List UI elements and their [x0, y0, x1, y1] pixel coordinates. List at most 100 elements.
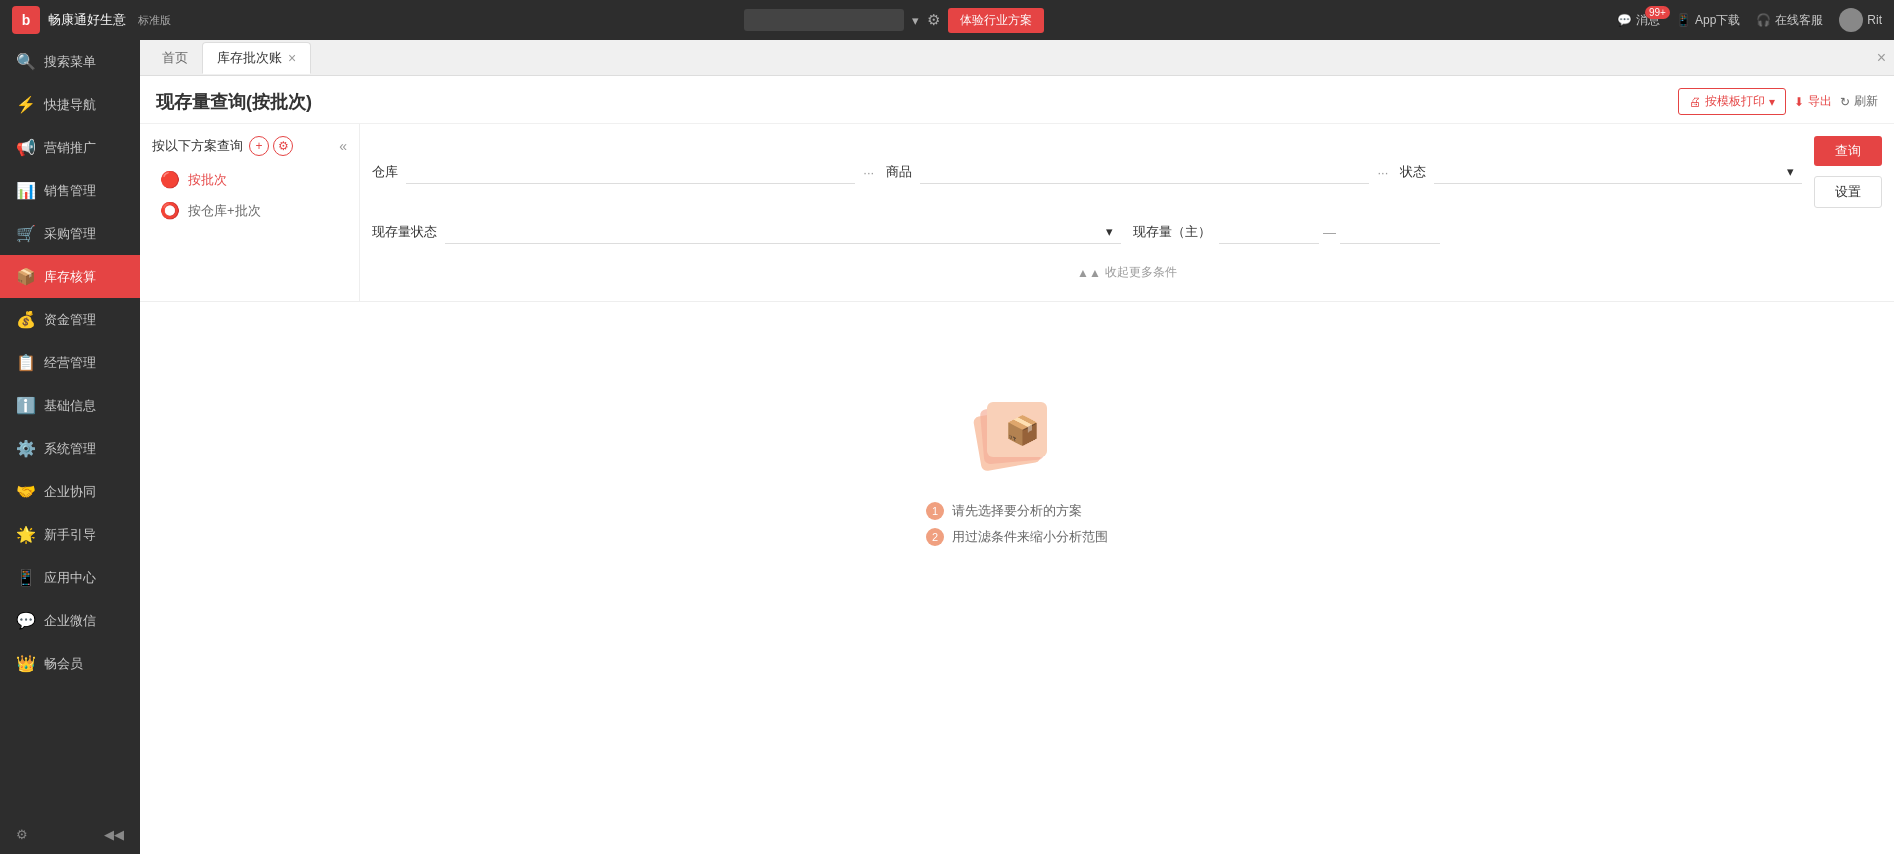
- sidebar-item-search[interactable]: 🔍 搜索菜单: [0, 40, 140, 83]
- app-edition: 标准版: [138, 13, 171, 28]
- sidebar-item-label: 应用中心: [44, 569, 96, 587]
- topbar-right: 💬 消息 99+ 📱 App下载 🎧 在线客服 Rit: [1617, 8, 1882, 32]
- status-select[interactable]: ▾: [1434, 160, 1802, 184]
- empty-cube-svg: 📦: [967, 382, 1067, 482]
- empty-cube-container: 📦: [967, 382, 1067, 482]
- basic-info-icon: ℹ️: [16, 396, 36, 415]
- tabs-bar: 首页 库存批次账 × ×: [140, 40, 1894, 76]
- user-avatar-button[interactable]: Rit: [1839, 8, 1882, 32]
- inventory-main-to[interactable]: [1340, 220, 1440, 244]
- panel-close-button[interactable]: ×: [1877, 49, 1886, 67]
- messages-button[interactable]: 💬 消息 99+: [1617, 12, 1660, 29]
- tab-home-label: 首页: [162, 49, 188, 67]
- sidebar-item-label: 采购管理: [44, 225, 96, 243]
- finance-icon: 💰: [16, 310, 36, 329]
- sidebar-item-member[interactable]: 👑 畅会员: [0, 642, 140, 685]
- topbar-search-input[interactable]: [744, 9, 904, 31]
- warehouse-label: 仓库: [372, 163, 398, 181]
- export-button[interactable]: ⬇ 导出: [1794, 93, 1832, 110]
- filter-buttons: 查询 设置: [1814, 136, 1882, 208]
- sidebar-item-finance[interactable]: 💰 资金管理: [0, 298, 140, 341]
- main-layout: 🔍 搜索菜单 ⚡ 快捷导航 📢 营销推广 📊 销售管理 🛒 采购管理 📦 库存核…: [0, 40, 1894, 854]
- refresh-label: 刷新: [1854, 93, 1878, 110]
- sidebar-item-system[interactable]: ⚙️ 系统管理: [0, 427, 140, 470]
- online-service-button[interactable]: 🎧 在线客服: [1756, 12, 1823, 29]
- enterprise-icon: 🤝: [16, 482, 36, 501]
- wechat-icon: 💬: [16, 611, 36, 630]
- sidebar-item-app-center[interactable]: 📱 应用中心: [0, 556, 140, 599]
- filter-option-label: 按仓库+批次: [188, 202, 261, 220]
- filter-option-by-warehouse-batch[interactable]: ⭕ 按仓库+批次: [152, 195, 347, 226]
- sidebar-item-wechat[interactable]: 💬 企业微信: [0, 599, 140, 642]
- guide-icon: 🌟: [16, 525, 36, 544]
- settings-button[interactable]: 设置: [1814, 176, 1882, 208]
- sidebar-item-inventory[interactable]: 📦 库存核算: [0, 255, 140, 298]
- tab-close-button[interactable]: ×: [288, 50, 296, 66]
- hint-text-2: 用过滤条件来缩小分析范围: [952, 528, 1108, 546]
- tab-home[interactable]: 首页: [148, 43, 202, 73]
- topbar-dropdown-icon[interactable]: ▾: [912, 13, 919, 28]
- filter-field-warehouse: 仓库 ···: [372, 160, 874, 184]
- empty-state: 📦 1 请先选择要分析的方案 2 用过滤条件来缩小分析范围: [140, 302, 1894, 626]
- empty-hint-2: 2 用过滤条件来缩小分析范围: [926, 528, 1108, 546]
- sidebar-item-label: 企业协同: [44, 483, 96, 501]
- filter-collapse-icon[interactable]: «: [339, 138, 347, 154]
- sidebar-item-enterprise[interactable]: 🤝 企业协同: [0, 470, 140, 513]
- app-center-icon: 📱: [16, 568, 36, 587]
- sidebar-item-marketing[interactable]: 📢 营销推广: [0, 126, 140, 169]
- sidebar-item-quick-nav[interactable]: ⚡ 快捷导航: [0, 83, 140, 126]
- print-button[interactable]: 🖨 按模板打印 ▾: [1678, 88, 1786, 115]
- trial-button[interactable]: 体验行业方案: [948, 8, 1044, 33]
- refresh-icon: ↻: [1840, 95, 1850, 109]
- sidebar-item-operations[interactable]: 📋 经营管理: [0, 341, 140, 384]
- page-actions: 🖨 按模板打印 ▾ ⬇ 导出 ↻ 刷新: [1678, 88, 1878, 115]
- scheme-setting-button[interactable]: ⚙: [273, 136, 293, 156]
- inventory-main-from[interactable]: [1219, 220, 1319, 244]
- system-icon: ⚙️: [16, 439, 36, 458]
- sidebar: 🔍 搜索菜单 ⚡ 快捷导航 📢 营销推广 📊 销售管理 🛒 采购管理 📦 库存核…: [0, 40, 140, 854]
- collapse-icon[interactable]: ◀◀: [104, 827, 124, 842]
- hint-num-2: 2: [926, 528, 944, 546]
- online-service-label: 在线客服: [1775, 12, 1823, 29]
- filter-section: 按以下方案查询 + ⚙ « 🔴 按批次 ⭕: [140, 124, 1894, 302]
- sidebar-item-label: 库存核算: [44, 268, 96, 286]
- collapse-more-icon: ▲▲: [1077, 266, 1101, 280]
- sidebar-item-sales[interactable]: 📊 销售管理: [0, 169, 140, 212]
- sidebar-bottom: ⚙ ◀◀: [0, 815, 140, 854]
- empty-hints: 1 请先选择要分析的方案 2 用过滤条件来缩小分析范围: [926, 502, 1108, 546]
- page-content: 现存量查询(按批次) 🖨 按模板打印 ▾ ⬇ 导出 ↻ 刷新: [140, 76, 1894, 854]
- query-button[interactable]: 查询: [1814, 136, 1882, 166]
- print-label: 按模板打印: [1705, 93, 1765, 110]
- sidebar-item-purchase[interactable]: 🛒 采购管理: [0, 212, 140, 255]
- filter-label-actions: + ⚙: [249, 136, 293, 156]
- print-icon: 🖨: [1689, 95, 1701, 109]
- export-icon: ⬇: [1794, 95, 1804, 109]
- status-dropdown-icon: ▾: [1787, 164, 1794, 179]
- sidebar-item-label: 企业微信: [44, 612, 96, 630]
- page-header: 现存量查询(按批次) 🖨 按模板打印 ▾ ⬇ 导出 ↻ 刷新: [140, 76, 1894, 124]
- app-download-button[interactable]: 📱 App下载: [1676, 12, 1740, 29]
- inventory-status-select[interactable]: ▾: [445, 220, 1121, 244]
- hint-num-1: 1: [926, 502, 944, 520]
- warehouse-dots[interactable]: ···: [863, 165, 874, 180]
- collapse-more-button[interactable]: ▲▲ 收起更多条件: [372, 256, 1882, 289]
- sales-icon: 📊: [16, 181, 36, 200]
- product-dots[interactable]: ···: [1377, 165, 1388, 180]
- add-scheme-button[interactable]: +: [249, 136, 269, 156]
- filter-row-1: 仓库 ··· 商品 ··· 状态: [372, 136, 1882, 208]
- avatar: [1839, 8, 1863, 32]
- marketing-icon: 📢: [16, 138, 36, 157]
- inventory-status-label: 现存量状态: [372, 223, 437, 241]
- tab-inventory-batch[interactable]: 库存批次账 ×: [202, 42, 311, 74]
- warehouse-input[interactable]: [406, 160, 855, 184]
- topbar-gear-icon[interactable]: ⚙: [927, 11, 940, 29]
- print-dropdown-icon[interactable]: ▾: [1769, 95, 1775, 109]
- page-title: 现存量查询(按批次): [156, 90, 312, 114]
- product-input[interactable]: [920, 160, 1369, 184]
- filter-option-by-batch[interactable]: 🔴 按批次: [152, 164, 347, 195]
- sidebar-item-guide[interactable]: 🌟 新手引导: [0, 513, 140, 556]
- refresh-button[interactable]: ↻ 刷新: [1840, 93, 1878, 110]
- filter-scheme-label: 按以下方案查询 + ⚙ «: [152, 136, 347, 156]
- sidebar-item-basic-info[interactable]: ℹ️ 基础信息: [0, 384, 140, 427]
- settings-icon[interactable]: ⚙: [16, 827, 28, 842]
